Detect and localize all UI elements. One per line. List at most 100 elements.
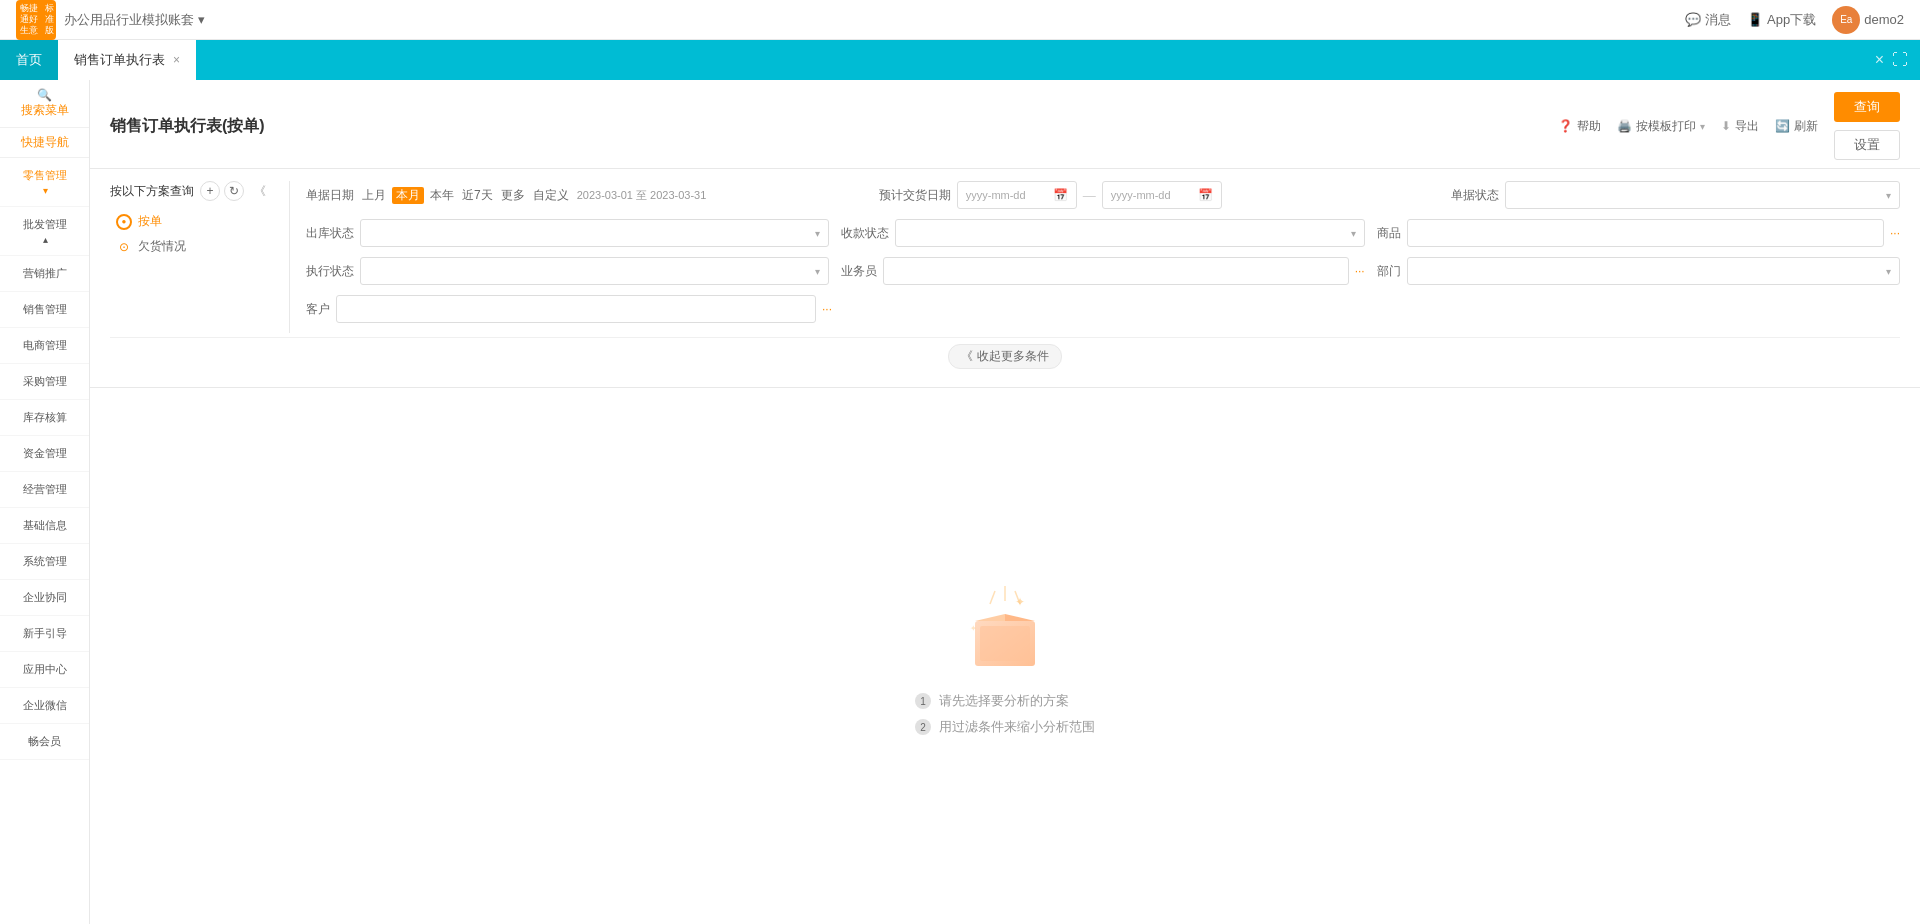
date-tab-more[interactable]: 更多: [499, 187, 527, 204]
user-profile[interactable]: Ea demo2: [1832, 6, 1904, 34]
refresh-btn[interactable]: 🔄 刷新: [1775, 118, 1818, 135]
scheme-add-btn[interactable]: +: [200, 181, 220, 201]
goods-label: 商品: [1377, 225, 1401, 242]
sidebar-item-wechat[interactable]: 企业微信: [0, 688, 89, 724]
empty-tip-2: 2 用过滤条件来缩小分析范围: [915, 718, 1095, 736]
filter-left: 按以下方案查询 + ↻ 《 ● 按单 ⊙ 欠货情况: [110, 181, 1900, 333]
scheme-collapse-btn[interactable]: 《: [250, 181, 270, 201]
filter-group-salesperson: 业务员 ···: [841, 257, 1364, 285]
date-tab-this-year[interactable]: 本年: [428, 187, 456, 204]
scheme-refresh-btn[interactable]: ↻: [224, 181, 244, 201]
tab-close-icon[interactable]: ×: [173, 53, 180, 67]
top-bar-right: 💬 消息 📱 App下载 Ea demo2: [1685, 6, 1904, 34]
export-btn[interactable]: ⬇ 导出: [1721, 118, 1759, 135]
sidebar-item-system[interactable]: 系统管理: [0, 544, 89, 580]
sidebar-search[interactable]: 🔍 搜索菜单: [0, 80, 89, 128]
customer-more-btn[interactable]: ···: [822, 302, 832, 316]
sidebar-item-inventory[interactable]: 库存核算: [0, 400, 89, 436]
scheme-item-shortage-icon: ⊙: [116, 239, 132, 255]
sidebar-item-marketing[interactable]: 营销推广: [0, 256, 89, 292]
sidebar-item-purchase[interactable]: 采购管理: [0, 364, 89, 400]
calendar-icon-2: 📅: [1198, 188, 1213, 202]
date-tab-this-month[interactable]: 本月: [392, 187, 424, 204]
sidebar: 🔍 搜索菜单 快捷导航 零售管理 ▾ 批发管理 ▴ 营销推广 销售管理 电商管理…: [0, 80, 90, 924]
expected-date-end[interactable]: yyyy-mm-dd 📅: [1102, 181, 1222, 209]
print-arrow-icon: ▾: [1700, 121, 1705, 132]
avatar: Ea: [1832, 6, 1860, 34]
app-selector[interactable]: 办公用品行业模拟账套 ▾: [64, 11, 205, 29]
message-btn[interactable]: 💬 消息: [1685, 11, 1731, 29]
filter-right: 单据日期 上月 本月 本年 近7天 更多 自定义 2023-03-01 至 20…: [290, 181, 1900, 333]
sidebar-item-sales[interactable]: 销售管理: [0, 292, 89, 328]
date-tab-last-month[interactable]: 上月: [360, 187, 388, 204]
tip-number-2: 2: [915, 719, 931, 735]
svg-text:✦: ✦: [970, 624, 977, 633]
salesperson-input[interactable]: [883, 257, 1348, 285]
print-icon: 🖨️: [1617, 119, 1632, 133]
query-button[interactable]: 查询: [1834, 92, 1900, 122]
sidebar-item-members[interactable]: 畅会员: [0, 724, 89, 760]
exec-status-select[interactable]: ▾: [360, 257, 829, 285]
collapse-icon: 《: [961, 348, 973, 365]
app-download-btn[interactable]: 📱 App下载: [1747, 11, 1816, 29]
filter-row-3: 执行状态 ▾ 业务员 ··· 部门: [306, 257, 1900, 285]
date-separator: —: [1083, 188, 1096, 203]
sidebar-item-guide[interactable]: 新手引导: [0, 616, 89, 652]
sidebar-quick-nav[interactable]: 快捷导航: [0, 128, 89, 158]
out-status-select[interactable]: ▾: [360, 219, 829, 247]
empty-state: ✦ ✦ 1 请先选择要分析的方案 2 用过滤条件来缩小分析范围: [875, 536, 1135, 776]
sidebar-item-wholesale[interactable]: 批发管理 ▴: [0, 207, 89, 256]
filter-panel: 按以下方案查询 + ↻ 《 ● 按单 ⊙ 欠货情况: [90, 169, 1920, 388]
quick-nav-label: 快捷导航: [21, 135, 69, 149]
svg-line-6: [990, 591, 995, 604]
tab-sales-order-exec[interactable]: 销售订单执行表 ×: [58, 40, 196, 80]
doc-status-select[interactable]: ▾: [1505, 181, 1900, 209]
table-area: ✦ ✦ 1 请先选择要分析的方案 2 用过滤条件来缩小分析范围: [90, 388, 1920, 924]
expected-date-start[interactable]: yyyy-mm-dd 📅: [957, 181, 1077, 209]
top-bar-left: 畅捷通好生意 标准版 办公用品行业模拟账套 ▾: [16, 0, 205, 40]
goods-more-btn[interactable]: ···: [1890, 226, 1900, 240]
scheme-item-shortage[interactable]: ⊙ 欠货情况: [110, 234, 277, 259]
filter-group-expected-date: 预计交货日期 yyyy-mm-dd 📅 — yyyy-mm-dd 📅: [879, 181, 1440, 209]
collapse-bar: 《 收起更多条件: [110, 337, 1900, 375]
page-header: 销售订单执行表(按单) ❓ 帮助 🖨️ 按模板打印 ▾ ⬇ 导出 🔄 刷新: [90, 80, 1920, 169]
scheme-item-order[interactable]: ● 按单: [110, 209, 277, 234]
exec-status-arrow: ▾: [815, 266, 820, 277]
main-layout: 🔍 搜索菜单 快捷导航 零售管理 ▾ 批发管理 ▴ 营销推广 销售管理 电商管理…: [0, 80, 1920, 924]
app-logo: 畅捷通好生意 标准版: [16, 0, 56, 40]
message-icon: 💬: [1685, 12, 1701, 27]
tab-home[interactable]: 首页: [0, 40, 58, 80]
empty-tips: 1 请先选择要分析的方案 2 用过滤条件来缩小分析范围: [915, 692, 1095, 736]
sidebar-item-ecommerce[interactable]: 电商管理: [0, 328, 89, 364]
sidebar-item-app-center[interactable]: 应用中心: [0, 652, 89, 688]
filter-group-customer: 客户 ···: [306, 295, 832, 323]
sidebar-item-retail[interactable]: 零售管理 ▾: [0, 158, 89, 207]
tab-maximize-icon[interactable]: ⛶: [1892, 51, 1908, 69]
salesperson-more-btn[interactable]: ···: [1355, 264, 1365, 278]
print-btn[interactable]: 🖨️ 按模板打印 ▾: [1617, 118, 1705, 135]
expected-date-label: 预计交货日期: [879, 187, 951, 204]
exec-status-label: 执行状态: [306, 263, 354, 280]
app-download-icon: 📱: [1747, 12, 1763, 27]
date-tab-7days[interactable]: 近7天: [460, 187, 495, 204]
scheme-actions: + ↻: [200, 181, 244, 201]
customer-input[interactable]: [336, 295, 816, 323]
tab-minimize-icon[interactable]: ×: [1875, 51, 1884, 69]
department-select[interactable]: ▾: [1407, 257, 1900, 285]
sidebar-item-collab[interactable]: 企业协同: [0, 580, 89, 616]
date-tab-custom[interactable]: 自定义: [531, 187, 571, 204]
calendar-icon: 📅: [1053, 188, 1068, 202]
sidebar-item-operations[interactable]: 经营管理: [0, 472, 89, 508]
goods-input[interactable]: [1407, 219, 1884, 247]
collapse-btn[interactable]: 《 收起更多条件: [948, 344, 1062, 369]
sidebar-item-basic-info[interactable]: 基础信息: [0, 508, 89, 544]
sidebar-search-label: 搜索菜单: [8, 102, 81, 119]
filter-group-doc-status: 单据状态 ▾: [1451, 181, 1900, 209]
collection-status-select[interactable]: ▾: [895, 219, 1364, 247]
date-tabs: 上月 本月 本年 近7天 更多 自定义: [360, 187, 571, 204]
settings-button[interactable]: 设置: [1834, 130, 1900, 160]
sidebar-item-finance[interactable]: 资金管理: [0, 436, 89, 472]
content-area: 销售订单执行表(按单) ❓ 帮助 🖨️ 按模板打印 ▾ ⬇ 导出 🔄 刷新: [90, 80, 1920, 924]
help-btn[interactable]: ❓ 帮助: [1558, 118, 1601, 135]
empty-tip-1: 1 请先选择要分析的方案: [915, 692, 1095, 710]
